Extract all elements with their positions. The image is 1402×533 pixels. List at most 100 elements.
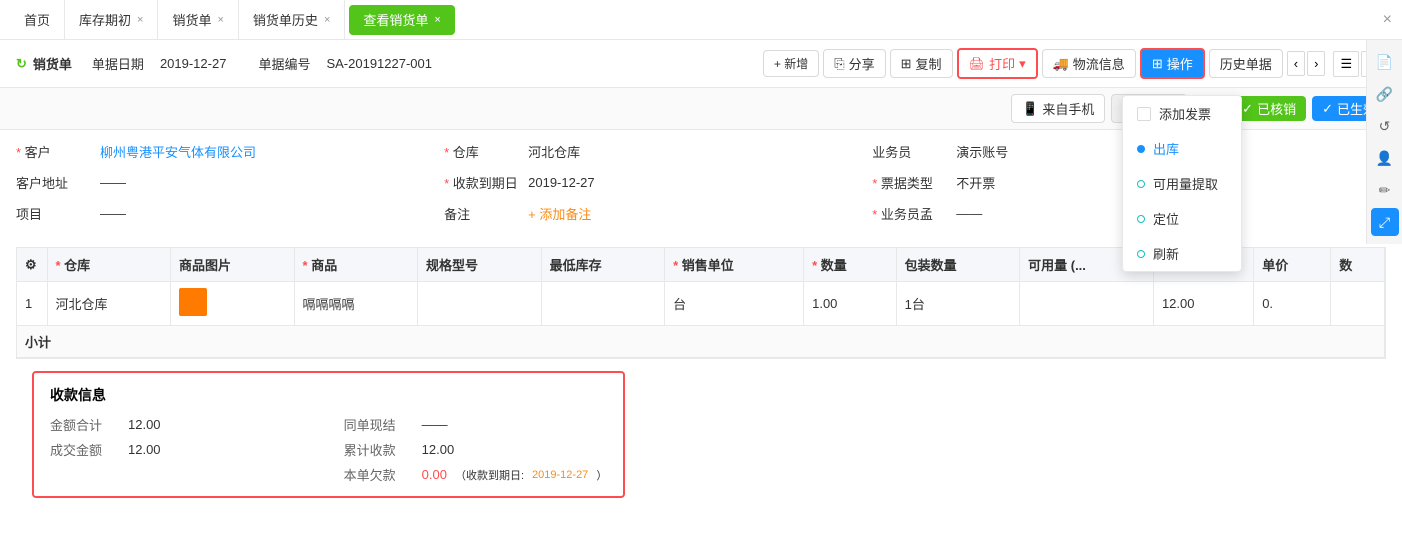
row-warehouse: 河北仓库 [47, 282, 171, 326]
add-remark-button[interactable]: + 添加备注 [528, 204, 591, 223]
print-dropdown-icon: ▾ [1019, 56, 1026, 72]
date-label: 单据日期 [92, 54, 144, 73]
doc-header: ↻ 销货单 单据日期 2019-12-27 单据编号 SA-20191227-0… [0, 40, 1402, 88]
doc-title-text: 销货单 [33, 54, 72, 73]
sidebar-icon-1[interactable]: 📄 [1371, 48, 1399, 76]
cumulative-row: 累计收款 12.00 [344, 440, 608, 459]
print-button[interactable]: 🖨 打印 ▾ [957, 48, 1038, 79]
staff-label: 业务员 [872, 142, 952, 161]
from-phone-button[interactable]: 📱 来自手机 [1011, 94, 1105, 123]
col-amount: 数 [1331, 248, 1385, 282]
warehouse-label: 仓库 [444, 142, 524, 161]
window-close-button[interactable]: × [1383, 11, 1392, 29]
sidebar-icon-expand[interactable]: ⤢ [1371, 208, 1399, 236]
dot-icon-blue [1137, 145, 1145, 153]
balance-row: 本单欠款 0.00 （收款到期日: 2019-12-27 ） [344, 465, 608, 484]
payment-section: 收款信息 金额合计 12.00 同单现结 —— 成交金额 12.00 累计收款 … [32, 371, 625, 498]
deal-value: 12.00 [128, 442, 161, 457]
col-product: 商品 [294, 248, 418, 282]
empty-cell [50, 465, 314, 484]
staff2-label: 业务员孟 [872, 204, 952, 223]
tab-close-history[interactable]: × [324, 14, 330, 26]
new-button[interactable]: + 新增 [763, 50, 819, 77]
balance-label: 本单欠款 [344, 465, 414, 484]
payment-grid: 金额合计 12.00 同单现结 —— 成交金额 12.00 累计收款 12.00 [50, 415, 607, 484]
payment-container: 收款信息 金额合计 12.00 同单现结 —— 成交金额 12.00 累计收款 … [0, 371, 1402, 522]
doc-title: ↻ 销货单 [16, 54, 72, 73]
share-button[interactable]: ⎘ 分享 [823, 49, 885, 78]
share-icon: ⎘ [834, 56, 844, 72]
subtotal-label: 小计 [17, 326, 1385, 358]
payment-date-label: 收款到期日 [444, 173, 524, 192]
date-value: 2019-12-27 [160, 56, 227, 71]
doc-meta: 单据日期 2019-12-27 单据编号 SA-20191227-001 [92, 54, 432, 73]
dot-icon-2 [1137, 215, 1145, 223]
sidebar-icon-4[interactable]: 👤 [1371, 144, 1399, 172]
dropdown-refresh[interactable]: 刷新 [1123, 236, 1241, 271]
row-index: 1 [17, 282, 47, 326]
check-circle-icon2: ✓ [1322, 101, 1333, 117]
sidebar-icon-5[interactable]: ✏ [1371, 176, 1399, 204]
staff-value: 演示账号 [956, 142, 1008, 161]
tab-bar: 首页 库存期初 × 销货单 × 销货单历史 × 查看销货单 × × [0, 0, 1402, 40]
payment-title: 收款信息 [50, 385, 607, 405]
number-label: 单据编号 [258, 54, 310, 73]
balance-note: （收款到期日: [455, 467, 524, 483]
row-pkg-qty: 1台 [896, 282, 1020, 326]
row-amount [1331, 282, 1385, 326]
sidebar-icon-2[interactable]: 🔗 [1371, 80, 1399, 108]
history-button[interactable]: 历史单据 [1209, 49, 1283, 78]
col-qty: 数量 [804, 248, 897, 282]
row-unit: 台 [665, 282, 804, 326]
ticket-type-label: 票据类型 [872, 173, 952, 192]
balance-value: 0.00 [422, 467, 447, 482]
cancelled-badge: ✓ 已核销 [1232, 96, 1306, 121]
remark-label: 备注 [444, 204, 524, 223]
tab-sales-order[interactable]: 销货单 × [158, 0, 238, 40]
customer-value[interactable]: 柳州粤港平安气体有限公司 [100, 142, 256, 161]
total-label: 金额合计 [50, 415, 120, 434]
row-stock: 12.00 [1153, 282, 1253, 326]
deal-label: 成交金额 [50, 440, 120, 459]
dot-icon-3 [1137, 250, 1145, 258]
cumulative-value: 12.00 [422, 442, 455, 457]
checkbox-icon [1137, 107, 1151, 121]
row-product: 嗝嗝嗝嗝 [294, 282, 418, 326]
customer-label: 客户 [16, 142, 96, 161]
deal-row: 成交金额 12.00 [50, 440, 314, 459]
check-circle-icon: ✓ [1242, 101, 1253, 117]
tab-home[interactable]: 首页 [10, 0, 65, 40]
prev-button[interactable]: ‹ [1287, 51, 1305, 76]
balance-note-end: ） [596, 467, 607, 483]
row-spec [418, 282, 542, 326]
dropdown-add-invoice[interactable]: 添加发票 [1123, 96, 1241, 131]
col-warehouse: 仓库 [47, 248, 171, 282]
sidebar-icon-3[interactable]: ↺ [1371, 112, 1399, 140]
dropdown-outbound[interactable]: 出库 [1123, 131, 1241, 166]
right-sidebar: 📄 🔗 ↺ 👤 ✏ ⤢ [1366, 40, 1402, 244]
row-qty: 1.00 [804, 282, 897, 326]
copy-icon: ⊞ [901, 56, 912, 72]
logistics-button[interactable]: 🚚 物流信息 [1042, 49, 1136, 78]
truck-icon: 🚚 [1053, 56, 1069, 72]
col-pkg-qty: 包装数量 [896, 248, 1020, 282]
doc-icon: ↻ [16, 56, 27, 72]
total-row: 金额合计 12.00 [50, 415, 314, 434]
tab-inventory-init[interactable]: 库存期初 × [65, 0, 158, 40]
tab-close-inventory[interactable]: × [137, 14, 143, 26]
tab-view-sales[interactable]: 查看销货单 × [349, 5, 454, 35]
dropdown-locate[interactable]: 定位 [1123, 201, 1241, 236]
list-view-button[interactable]: ☰ [1333, 51, 1359, 77]
row-available [1020, 282, 1154, 326]
tab-close-sales[interactable]: × [217, 14, 223, 26]
tab-sales-history[interactable]: 销货单历史 × [239, 0, 345, 40]
tab-close-view[interactable]: × [434, 14, 440, 26]
operate-button[interactable]: ⊞ 操作 [1140, 48, 1205, 79]
copy-button[interactable]: ⊞ 复制 [890, 49, 953, 78]
row-img [171, 282, 295, 326]
dropdown-available-qty[interactable]: 可用量提取 [1123, 166, 1241, 201]
total-value: 12.00 [128, 417, 161, 432]
col-gear: ⚙ [17, 248, 47, 282]
phone-icon: 📱 [1022, 101, 1038, 117]
next-button[interactable]: › [1307, 51, 1325, 76]
